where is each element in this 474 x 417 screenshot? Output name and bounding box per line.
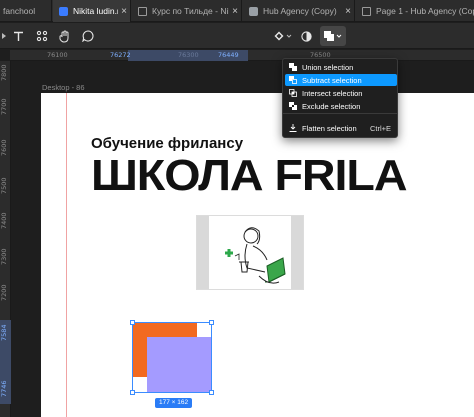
ruler-tick: 7600 (0, 139, 8, 157)
components-tool-icon[interactable] (34, 26, 50, 46)
comment-tool-icon[interactable] (80, 26, 96, 46)
tab-label: Курс по Тильде - Nikita lud (152, 6, 229, 16)
frame-label[interactable]: Desktop - 86 (42, 83, 85, 92)
flatten-icon (289, 124, 297, 132)
close-icon[interactable]: × (118, 6, 130, 17)
intersect-icon (289, 89, 297, 97)
tab-fanchool[interactable]: fanchool (0, 0, 52, 22)
tab-nikita-ludin[interactable]: Nikita ludin.ru × (53, 0, 131, 22)
mask-contrast-icon[interactable] (298, 26, 314, 46)
vertical-ruler: 7800 7700 7600 7500 7400 7300 7200 7584 … (0, 61, 11, 417)
tab-hub-agency[interactable]: Hub Agency (Copy) × (243, 0, 355, 22)
figma-file-icon (59, 6, 68, 16)
app-window: fanchool Nikita ludin.ru × Курс по Тильд… (0, 0, 474, 417)
canvas[interactable]: Desktop - 86 Обучение фрилансу ШКОЛА FRI… (11, 62, 474, 417)
boolean-ops-menu: Union selection Subtract selection Inter… (282, 58, 398, 138)
tab-label: Page 1 - Hub Agency (Copy (376, 6, 474, 16)
ruler-tick: 76272 (110, 51, 131, 59)
tab-page1-hub[interactable]: Page 1 - Hub Agency (Copy (356, 0, 474, 22)
menu-item-union[interactable]: Union selection (285, 61, 397, 73)
menu-separator (283, 113, 397, 114)
menu-item-label: Exclude selection (302, 101, 361, 111)
menu-item-label: Intersect selection (302, 88, 363, 98)
text-tool-icon[interactable] (10, 26, 26, 46)
menu-item-shortcut: Ctrl+E (369, 123, 391, 133)
ruler-tick: 76300 (178, 51, 199, 59)
close-icon[interactable]: × (342, 6, 354, 17)
ruler-tick: 7400 (0, 212, 8, 230)
person-with-laptop-illustration (225, 227, 286, 284)
horizontal-ruler: 76100 76272 76300 76449 76500 (10, 50, 474, 61)
resize-handle-top-left[interactable] (130, 320, 135, 325)
illustration-bar-left (197, 216, 209, 289)
ruler-tick: 7800 (0, 64, 8, 82)
ruler-tick: 76100 (47, 51, 68, 59)
ruler-tick: 7500 (0, 177, 8, 195)
document-icon (362, 6, 371, 16)
menu-item-label: Union selection (302, 62, 354, 72)
ruler-tick: 76449 (218, 51, 239, 59)
toolbar-chevron-icon[interactable] (2, 26, 6, 46)
hero-illustration[interactable] (196, 215, 304, 290)
resize-handle-bottom-left[interactable] (130, 390, 135, 395)
ruler-tick: 7746 (0, 380, 8, 398)
ruler-tick: 7200 (0, 284, 8, 302)
tab-bar: fanchool Nikita ludin.ru × Курс по Тильд… (0, 0, 474, 22)
component-diamond-icon[interactable] (272, 26, 294, 46)
menu-item-intersect[interactable]: Intersect selection (285, 87, 397, 99)
ruler-tick: 7300 (0, 248, 8, 266)
tab-kurs-tilda[interactable]: Курс по Тильде - Nikita lud × (132, 0, 242, 22)
selection-bounding-box[interactable] (132, 322, 212, 393)
close-icon[interactable]: × (229, 6, 241, 17)
tab-label: Nikita ludin.ru (73, 6, 118, 16)
tab-label: fanchool (3, 6, 36, 16)
exclude-icon (289, 102, 297, 110)
menu-item-label: Flatten selection (302, 123, 357, 133)
hand-tool-icon[interactable] (57, 26, 73, 46)
size-badge: 177 × 162 (155, 398, 193, 408)
document-icon (138, 6, 147, 16)
ruler-tick: 7584 (0, 324, 8, 342)
boolean-ops-icon[interactable] (320, 26, 346, 46)
hero-title[interactable]: ШКОЛА FRILA (91, 151, 408, 201)
menu-item-subtract[interactable]: Subtract selection (285, 74, 397, 86)
hero-subtitle[interactable]: Обучение фрилансу (91, 135, 243, 152)
menu-item-label: Subtract selection (302, 75, 362, 85)
menu-item-exclude[interactable]: Exclude selection (285, 100, 397, 112)
tab-label: Hub Agency (Copy) (263, 6, 337, 16)
subtract-icon (289, 76, 297, 84)
toolbar (0, 23, 474, 49)
union-icon (289, 63, 297, 71)
resize-handle-bottom-right[interactable] (209, 390, 214, 395)
figma-file-icon (249, 6, 258, 16)
resize-handle-top-right[interactable] (209, 320, 214, 325)
ruler-tick: 7700 (0, 98, 8, 116)
menu-item-flatten[interactable]: Flatten selection Ctrl+E (285, 122, 397, 134)
layout-guide (66, 93, 67, 417)
